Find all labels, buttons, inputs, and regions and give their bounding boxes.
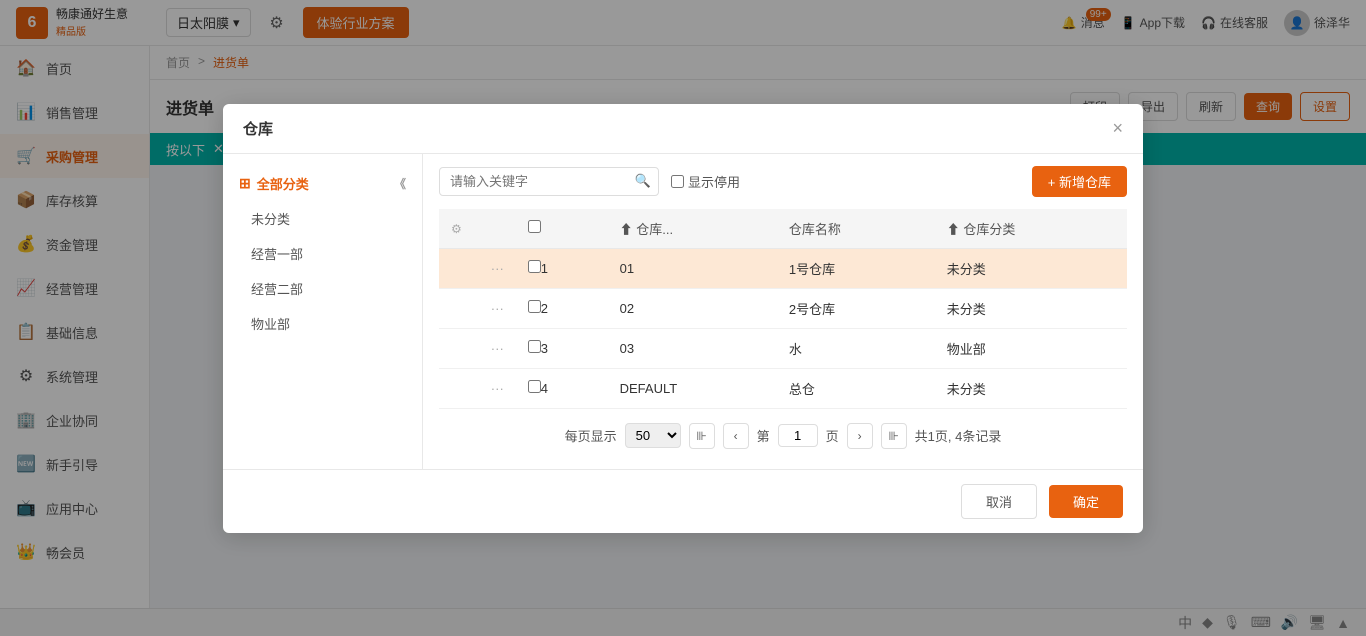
th-name: 仓库名称 (777, 209, 935, 249)
settings-icon[interactable]: ⚙ (451, 222, 462, 236)
modal-footer: 取消 确定 (223, 469, 1143, 533)
first-page-button[interactable]: ⊪ (689, 423, 715, 449)
table-body: ··· 1 01 1号仓库 未分类 ··· 2 02 2号仓库 未分类 ··· … (439, 248, 1127, 408)
total-records: 共1页, 4条记录 (915, 426, 1002, 445)
cancel-button[interactable]: 取消 (961, 484, 1037, 519)
row-category: 物业部 (935, 328, 1127, 368)
row-num: 3 (516, 328, 608, 368)
prev-page-button[interactable]: ‹ (723, 423, 749, 449)
show-disabled-label[interactable]: 显示停用 (671, 172, 740, 191)
th-category: ⬆ 仓库分类 (935, 209, 1127, 249)
row-dots[interactable]: ··· (491, 261, 504, 276)
row-category: 未分类 (935, 288, 1127, 328)
modal-body: ⊞ 全部分类 《 未分类 经营一部 经营二部 物业部 🔍 (223, 154, 1143, 469)
modal-close-button[interactable]: × (1112, 119, 1123, 137)
pagination: 每页显示 50 20 100 ⊪ ‹ 第 页 › ⊪ 共1页, 4条记录 (439, 409, 1127, 457)
th-category-sort-icon: ⬆ (947, 222, 960, 237)
row-code: 02 (608, 288, 777, 328)
category-item-ops2[interactable]: 经营二部 (223, 271, 422, 306)
last-page-button[interactable]: ⊪ (881, 423, 907, 449)
grid-icon: ⊞ (239, 175, 251, 192)
table-header-row: ⚙ ⬆ 仓库... 仓库名称 ⬆ 仓库分类 (439, 209, 1127, 249)
per-page-select[interactable]: 50 20 100 (625, 423, 681, 448)
table-row[interactable]: ··· 1 01 1号仓库 未分类 (439, 248, 1127, 288)
per-page-label: 每页显示 (565, 426, 617, 445)
th-code-sort-icon: ⬆ (620, 222, 633, 237)
search-bar: 🔍 显示停用 + 新增仓库 (439, 166, 1127, 197)
search-input-wrap: 🔍 (439, 167, 659, 196)
search-input[interactable] (439, 167, 659, 196)
row-name: 1号仓库 (777, 248, 935, 288)
show-disabled-checkbox[interactable] (671, 175, 684, 188)
add-warehouse-button[interactable]: + 新增仓库 (1032, 166, 1127, 197)
warehouse-table: ⚙ ⬆ 仓库... 仓库名称 ⬆ 仓库分类 (439, 209, 1127, 409)
table-row[interactable]: ··· 4 DEFAULT 总仓 未分类 (439, 368, 1127, 408)
row-num: 2 (516, 288, 608, 328)
table-row[interactable]: ··· 3 03 水 物业部 (439, 328, 1127, 368)
row-actions: ··· (439, 248, 516, 288)
category-all-label: 全部分类 (257, 174, 309, 193)
table-row[interactable]: ··· 2 02 2号仓库 未分类 (439, 288, 1127, 328)
row-code: 01 (608, 248, 777, 288)
row-name: 总仓 (777, 368, 935, 408)
modal-overlay: 仓库 × ⊞ 全部分类 《 未分类 经营一部 经营二部 物业部 (0, 0, 1366, 636)
category-all[interactable]: ⊞ 全部分类 《 (223, 166, 422, 201)
show-disabled-text: 显示停用 (688, 172, 740, 191)
modal-title: 仓库 (243, 118, 273, 139)
row-num: 4 (516, 368, 608, 408)
row-actions: ··· (439, 368, 516, 408)
select-all-checkbox[interactable] (528, 220, 541, 233)
row-dots[interactable]: ··· (491, 381, 504, 396)
row-category: 未分类 (935, 368, 1127, 408)
th-code: ⬆ 仓库... (608, 209, 777, 249)
row-dots[interactable]: ··· (491, 341, 504, 356)
warehouse-modal: 仓库 × ⊞ 全部分类 《 未分类 经营一部 经营二部 物业部 (223, 104, 1143, 533)
row-num: 1 (516, 248, 608, 288)
row-actions: ··· (439, 288, 516, 328)
page-number-input[interactable] (778, 424, 818, 447)
page-suffix: 页 (826, 426, 839, 445)
row-code: 03 (608, 328, 777, 368)
next-page-button[interactable]: › (847, 423, 873, 449)
row-checkbox[interactable] (528, 300, 541, 313)
category-item-uncategorized[interactable]: 未分类 (223, 201, 422, 236)
row-name: 水 (777, 328, 935, 368)
row-checkbox[interactable] (528, 260, 541, 273)
th-checkbox (516, 209, 608, 249)
row-actions: ··· (439, 328, 516, 368)
row-checkbox[interactable] (528, 380, 541, 393)
collapse-button[interactable]: 《 (394, 175, 406, 192)
category-item-property[interactable]: 物业部 (223, 306, 422, 341)
modal-header: 仓库 × (223, 104, 1143, 154)
confirm-button[interactable]: 确定 (1049, 485, 1123, 518)
category-panel: ⊞ 全部分类 《 未分类 经营一部 经营二部 物业部 (223, 154, 423, 469)
row-dots[interactable]: ··· (491, 301, 504, 316)
page-label: 第 (757, 426, 770, 445)
row-name: 2号仓库 (777, 288, 935, 328)
table-panel: 🔍 显示停用 + 新增仓库 ⚙ ⬆ (423, 154, 1143, 469)
search-icon[interactable]: 🔍 (635, 173, 651, 189)
row-checkbox[interactable] (528, 340, 541, 353)
category-item-ops1[interactable]: 经营一部 (223, 236, 422, 271)
th-settings: ⚙ (439, 209, 516, 249)
row-category: 未分类 (935, 248, 1127, 288)
row-code: DEFAULT (608, 368, 777, 408)
